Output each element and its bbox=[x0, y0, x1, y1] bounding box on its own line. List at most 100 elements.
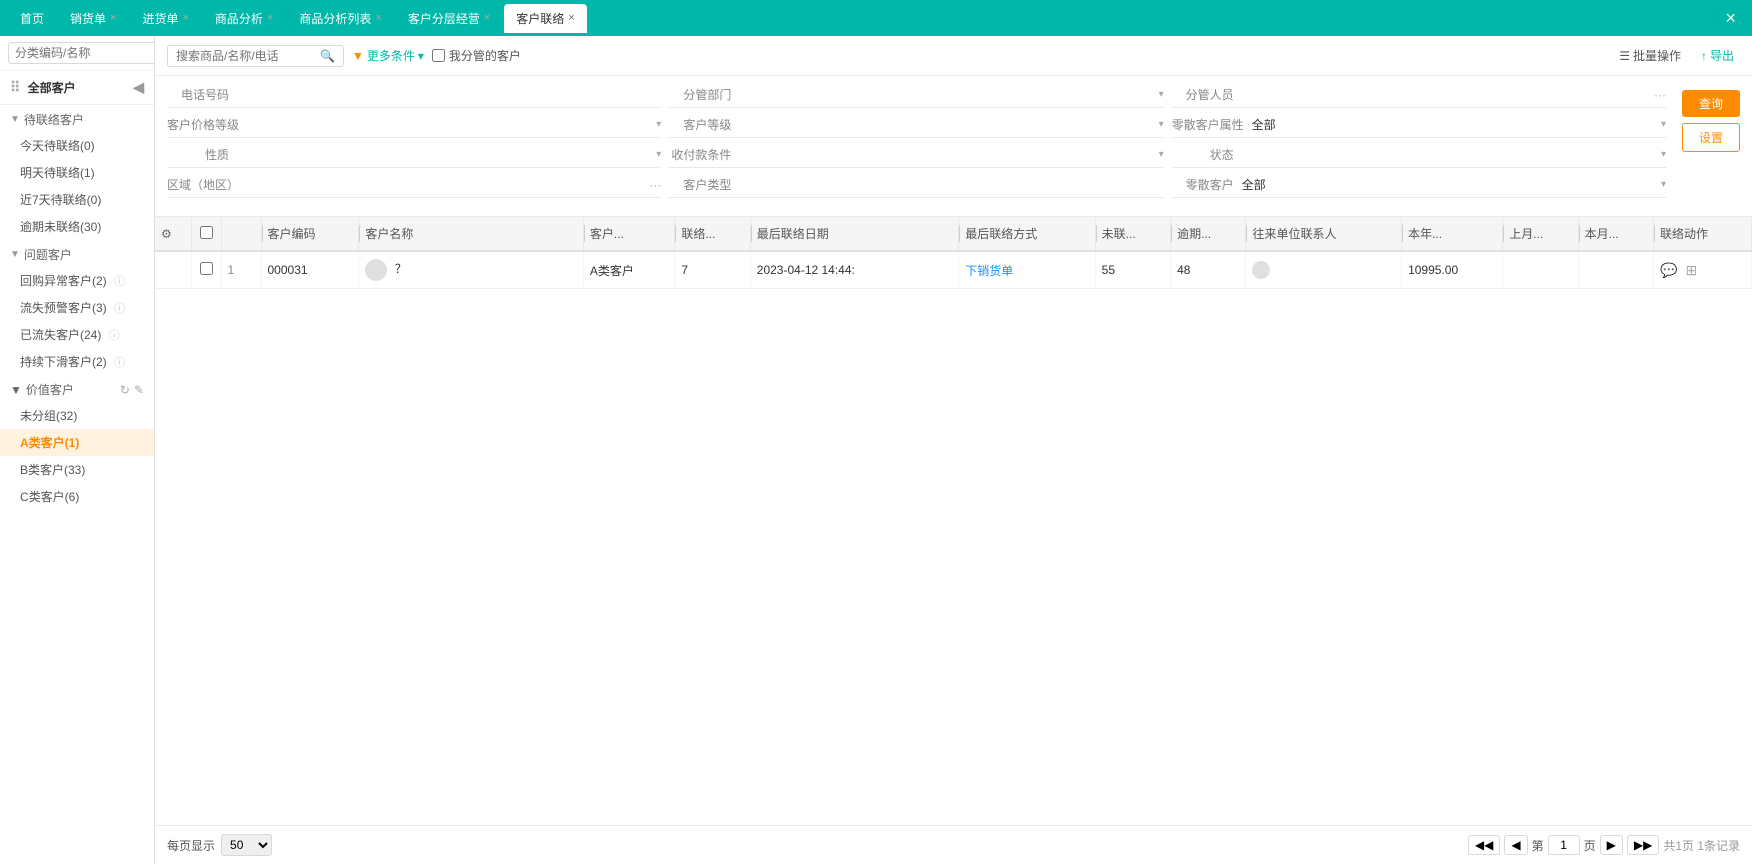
tab-analysis-list-close[interactable]: × bbox=[375, 12, 381, 24]
table-footer: 每页显示 50 20 100 ◀◀ ◀ 第 页 ▶ ▶▶ 共1页 1条记录 bbox=[155, 825, 1752, 864]
my-customers-checkbox[interactable]: 我分管的客户 bbox=[432, 47, 521, 64]
last-page-btn[interactable]: ▶▶ bbox=[1627, 835, 1659, 855]
sidebar-item-churn-warning[interactable]: 流失预警客户(3) ⓘ bbox=[0, 294, 154, 321]
search-box: 🔍 bbox=[167, 45, 344, 67]
sidebar-item-b-class[interactable]: B类客户(33) bbox=[0, 456, 154, 483]
tab-sales-label: 销货单 bbox=[70, 10, 106, 27]
more-conditions-btn[interactable]: ▼ 更多条件 ▾ bbox=[352, 47, 424, 64]
info-icon-0: ⓘ bbox=[114, 276, 125, 288]
filter-manager-input[interactable]: ··· bbox=[1242, 88, 1666, 102]
filter-price-level-input[interactable]: ▾ bbox=[247, 119, 661, 130]
query-button[interactable]: 查询 bbox=[1682, 90, 1740, 117]
sidebar-item-unclassified[interactable]: 未分组(32) bbox=[0, 402, 154, 429]
advanced-filter-panel: 电话号码 分管部门 ▾ 分管人员 ··· bbox=[155, 76, 1752, 217]
next-page-btn[interactable]: ▶ bbox=[1600, 835, 1623, 855]
col-code-header: 客户编码 bbox=[261, 217, 359, 251]
col-company-contact-header: 往来单位联系人 bbox=[1246, 217, 1402, 251]
col-sep bbox=[1096, 225, 1097, 242]
prev-page-btn[interactable]: ◀ bbox=[1504, 835, 1527, 855]
sidebar-item-declining[interactable]: 持续下滑客户(2) ⓘ bbox=[0, 348, 154, 375]
sidebar-item-c-class[interactable]: C类客户(6) bbox=[0, 483, 154, 510]
filter-status-input[interactable]: ▾ bbox=[1242, 149, 1666, 160]
tab-customer-contact-close[interactable]: × bbox=[568, 12, 574, 24]
sidebar-item-repurchase-abnormal[interactable]: 回购异常客户(2) ⓘ bbox=[0, 267, 154, 294]
filter-bar: 🔍 ▼ 更多条件 ▾ 我分管的客户 ☰ 批量操作 ↑ 导出 bbox=[155, 36, 1752, 76]
main-search-icon[interactable]: 🔍 bbox=[320, 49, 335, 63]
filter-nature-input[interactable]: ▾ bbox=[237, 149, 661, 160]
filter-retail-customer-input[interactable]: 全部 ▾ bbox=[1242, 176, 1666, 193]
info-icon-3: ⓘ bbox=[114, 357, 125, 369]
window-close-button[interactable]: × bbox=[1717, 8, 1744, 29]
table-settings-icon[interactable]: ⚙ bbox=[161, 227, 172, 241]
row-checkbox[interactable] bbox=[200, 262, 213, 275]
value-section-label: 价值客户 bbox=[26, 381, 74, 398]
tab-sales-close[interactable]: × bbox=[110, 12, 116, 24]
tab-customer-segment[interactable]: 客户分层经营 × bbox=[396, 4, 502, 33]
col-this-year-header: 本年... bbox=[1402, 217, 1503, 251]
filter-price-level-label: 客户价格等级 bbox=[167, 116, 247, 133]
sidebar-collapse-icon[interactable]: ◀ bbox=[133, 79, 144, 96]
value-arrow-icon: ▼ bbox=[10, 383, 22, 397]
refresh-icon[interactable]: ↻ bbox=[120, 383, 130, 397]
tab-customer-contact[interactable]: 客户联络 × bbox=[504, 4, 586, 33]
value-section-header[interactable]: ▼ 价值客户 ↻ ✎ bbox=[0, 375, 154, 402]
batch-ops-btn[interactable]: ☰ 批量操作 bbox=[1613, 44, 1687, 67]
tab-customer-segment-close[interactable]: × bbox=[484, 12, 490, 24]
filter-retail-attr-input[interactable]: 全部 ▾ bbox=[1252, 116, 1666, 133]
filter-payment-input[interactable]: ▾ bbox=[739, 149, 1163, 160]
first-page-btn[interactable]: ◀◀ bbox=[1468, 835, 1500, 855]
tab-analysis-list[interactable]: 商品分析列表 × bbox=[287, 4, 393, 33]
sidebar-item-churned[interactable]: 已流失客户(24) ⓘ bbox=[0, 321, 154, 348]
filter-customer-type: 客户类型 bbox=[669, 176, 1163, 198]
select-all-checkbox[interactable] bbox=[200, 226, 213, 239]
col-sep bbox=[359, 225, 360, 242]
tab-purchase-close[interactable]: × bbox=[182, 12, 188, 24]
tab-analysis[interactable]: 商品分析 × bbox=[203, 4, 285, 33]
main-search-input[interactable] bbox=[176, 49, 316, 63]
filter-region: 区域（地区） ··· bbox=[167, 176, 661, 198]
table-row: 1 000031 ？ A类客户 7 bbox=[155, 251, 1752, 289]
page-number-input[interactable] bbox=[1548, 835, 1580, 855]
filter-row-4: 区域（地区） ··· 客户类型 零散客户 全部 bbox=[167, 176, 1666, 198]
tab-purchase[interactable]: 进货单 × bbox=[130, 4, 200, 33]
col-index-header bbox=[221, 217, 261, 251]
price-level-dropdown-icon: ▾ bbox=[656, 119, 661, 130]
per-page-select[interactable]: 50 20 100 bbox=[221, 834, 272, 856]
col-last-contact-date-header: 最后联络日期 bbox=[750, 217, 959, 251]
sidebar-item-tomorrow-pending[interactable]: 明天待联络(1) bbox=[0, 159, 154, 186]
row-this-month-cell bbox=[1578, 251, 1653, 289]
filter-dept-input[interactable]: ▾ bbox=[739, 89, 1163, 100]
col-checkbox-header bbox=[191, 217, 221, 251]
sidebar-item-overdue-pending[interactable]: 逾期未联络(30) bbox=[0, 213, 154, 240]
problem-arrow-icon: ▼ bbox=[10, 249, 20, 260]
dept-dropdown-icon: ▾ bbox=[1159, 89, 1164, 100]
tab-home[interactable]: 首页 bbox=[8, 4, 56, 33]
sidebar-search-input[interactable] bbox=[8, 42, 155, 64]
filter-manager: 分管人员 ··· bbox=[1172, 86, 1666, 108]
tab-customer-segment-label: 客户分层经营 bbox=[408, 10, 480, 27]
tab-purchase-label: 进货单 bbox=[142, 10, 178, 27]
pending-section-label: 待联络客户 bbox=[24, 111, 84, 128]
retail-attr-dropdown-icon: ▾ bbox=[1661, 119, 1666, 130]
qr-action-icon[interactable]: ⊞ bbox=[1685, 262, 1697, 279]
chat-action-icon[interactable]: 💬 bbox=[1660, 262, 1677, 279]
row-no-contact-cell: 55 bbox=[1095, 251, 1170, 289]
settings-button[interactable]: 设置 bbox=[1682, 123, 1740, 152]
filter-customer-level-input[interactable]: ▾ bbox=[739, 119, 1163, 130]
pending-section-title[interactable]: ▼ 待联络客户 bbox=[0, 105, 154, 132]
filter-icon: ▼ bbox=[352, 49, 364, 63]
filter-phone: 电话号码 bbox=[167, 86, 661, 108]
sidebar-item-7day-pending[interactable]: 近7天待联络(0) bbox=[0, 186, 154, 213]
problem-section-title[interactable]: ▼ 问题客户 bbox=[0, 240, 154, 267]
tab-sales[interactable]: 销货单 × bbox=[58, 4, 128, 33]
export-label: 导出 bbox=[1710, 47, 1734, 64]
sidebar-item-a-class[interactable]: A类客户(1) bbox=[0, 429, 154, 456]
edit-icon[interactable]: ✎ bbox=[134, 383, 144, 397]
last-contact-method-link[interactable]: 下销货单 bbox=[965, 264, 1013, 278]
row-last-contact-method-cell: 下销货单 bbox=[959, 251, 1095, 289]
export-btn[interactable]: ↑ 导出 bbox=[1695, 44, 1740, 67]
sidebar-item-today-pending[interactable]: 今天待联络(0) bbox=[0, 132, 154, 159]
my-customers-check[interactable] bbox=[432, 49, 445, 62]
filter-region-input[interactable]: ··· bbox=[247, 178, 661, 192]
tab-analysis-close[interactable]: × bbox=[267, 12, 273, 24]
